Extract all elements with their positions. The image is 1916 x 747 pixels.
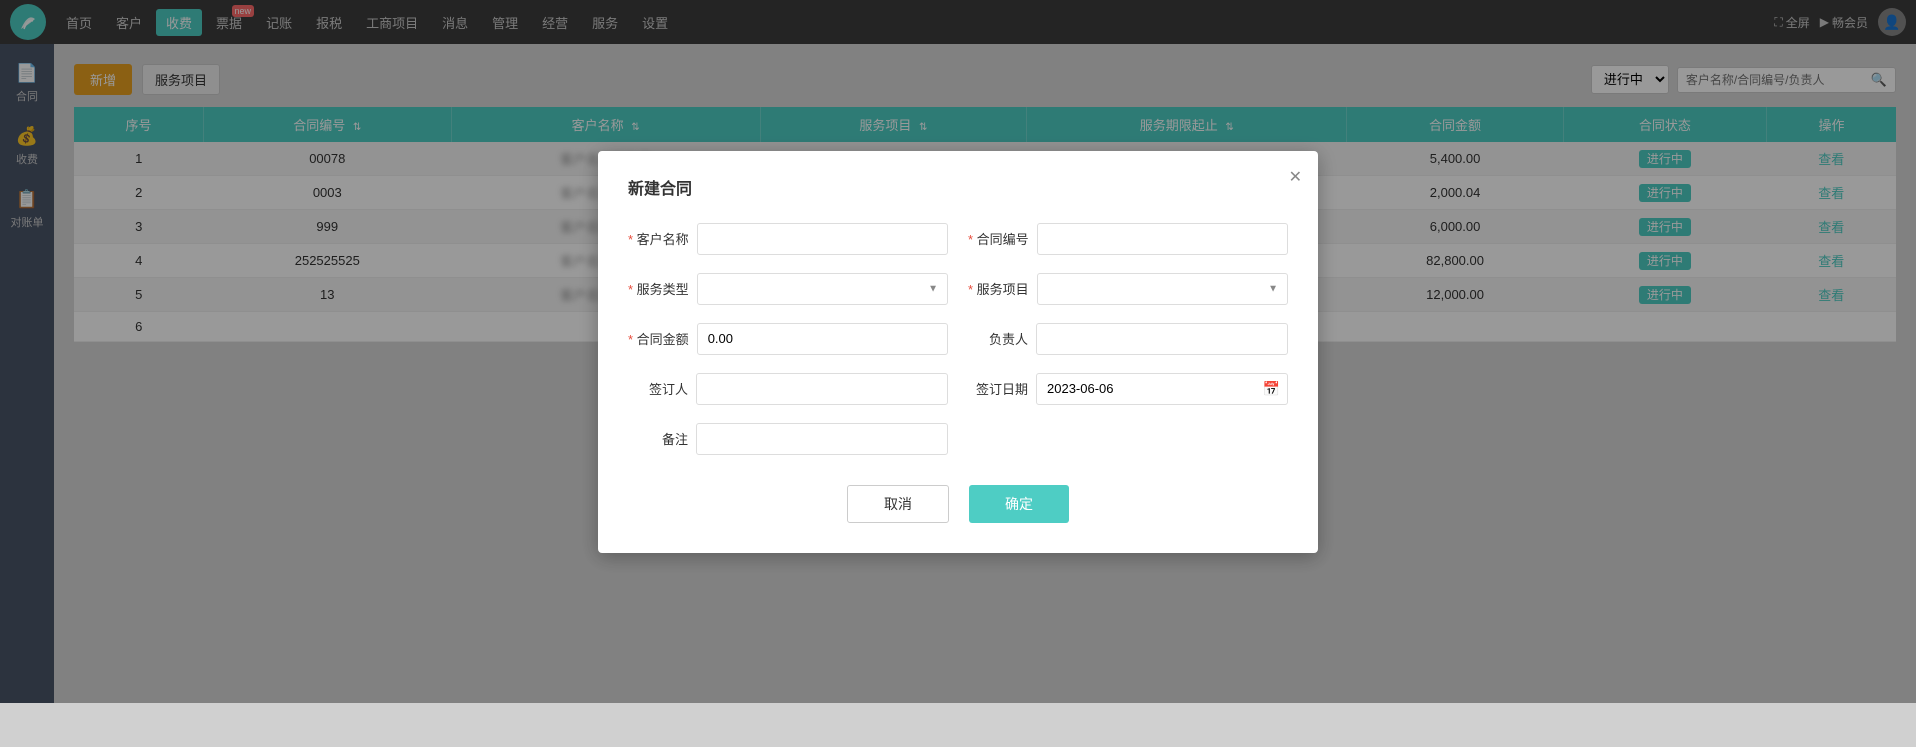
service-item-select[interactable]: [1037, 273, 1288, 305]
customer-name-input[interactable]: [697, 223, 948, 255]
customer-name-label: 客户名称: [628, 229, 689, 248]
field-sign-date: 签订日期 📅: [968, 373, 1288, 405]
field-service-item: 服务项目: [968, 273, 1288, 305]
sign-date-wrapper: 📅: [1036, 373, 1288, 405]
form-row-1: 客户名称 合同编号: [628, 223, 1288, 255]
service-item-label: 服务项目: [968, 279, 1029, 298]
sign-date-input[interactable]: [1036, 373, 1288, 405]
signer-input[interactable]: [696, 373, 948, 405]
remarks-label: 备注: [628, 429, 688, 448]
field-remarks: 备注: [628, 423, 948, 455]
form-row-4: 签订人 签订日期 📅: [628, 373, 1288, 405]
contract-no-label: 合同编号: [968, 229, 1029, 248]
modal-footer: 取消 确定: [628, 485, 1288, 523]
new-contract-modal: ✕ 新建合同 客户名称 合同编号 服务类型: [598, 151, 1318, 553]
signer-label: 签订人: [628, 379, 688, 398]
service-type-select-wrapper: [697, 273, 948, 305]
form-row-2: 服务类型 服务项目: [628, 273, 1288, 305]
field-contract-no: 合同编号: [968, 223, 1288, 255]
responsible-person-label: 负责人: [968, 329, 1028, 348]
modal-title: 新建合同: [628, 175, 1288, 199]
service-type-select[interactable]: [697, 273, 948, 305]
field-responsible-person: 负责人: [968, 323, 1288, 355]
form-row-3: 合同金额 负责人: [628, 323, 1288, 355]
field-contract-amount: 合同金额: [628, 323, 948, 355]
field-customer-name: 客户名称: [628, 223, 948, 255]
modal-overlay: ✕ 新建合同 客户名称 合同编号 服务类型: [0, 0, 1916, 703]
service-item-select-wrapper: [1037, 273, 1288, 305]
contract-amount-label: 合同金额: [628, 329, 689, 348]
service-type-label: 服务类型: [628, 279, 689, 298]
contract-amount-input[interactable]: [697, 323, 948, 355]
contract-no-input[interactable]: [1037, 223, 1288, 255]
field-service-type: 服务类型: [628, 273, 948, 305]
remarks-input[interactable]: [696, 423, 948, 455]
responsible-person-input[interactable]: [1036, 323, 1288, 355]
calendar-icon[interactable]: 📅: [1263, 380, 1280, 397]
sign-date-label: 签订日期: [968, 379, 1028, 398]
form-row-5: 备注: [628, 423, 1288, 455]
confirm-button[interactable]: 确定: [969, 485, 1069, 523]
field-signer: 签订人: [628, 373, 948, 405]
modal-close-button[interactable]: ✕: [1289, 167, 1302, 187]
cancel-button[interactable]: 取消: [847, 485, 949, 523]
